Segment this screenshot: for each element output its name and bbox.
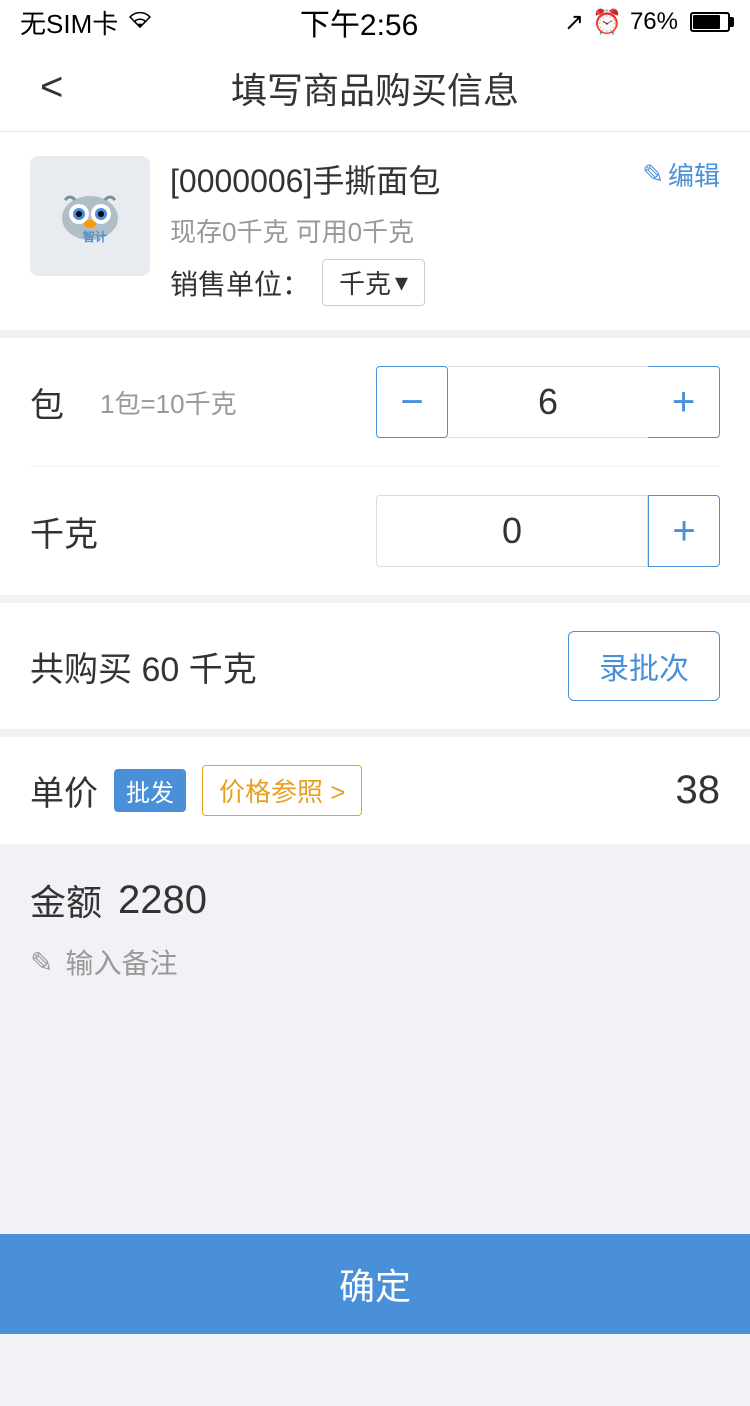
unit-label: 销售单位： — [170, 263, 310, 303]
nav-bar: < 填写商品购买信息 — [0, 44, 750, 132]
amount-row: 金额 2280 — [30, 874, 720, 926]
unit-select[interactable]: 千克 ▾ — [322, 259, 425, 306]
kg-controls: + — [376, 495, 720, 567]
bag-hint: 1包=10千克 — [100, 384, 376, 421]
status-bar: 无SIM卡 下午2:56 ↗ ⏰ 76% — [0, 0, 750, 44]
bag-quantity-input[interactable] — [448, 366, 648, 438]
amount-value: 2280 — [118, 878, 207, 923]
amount-label: 金额 — [30, 874, 102, 926]
status-left: 无SIM卡 — [20, 4, 154, 41]
minus-icon: − — [400, 380, 423, 425]
product-name: [0000006]手撕面包 — [170, 156, 622, 202]
price-section: 单价 批发 价格参照 > 38 — [0, 737, 750, 846]
plus-icon-kg: + — [672, 509, 695, 554]
plus-icon: + — [672, 380, 695, 425]
price-value: 38 — [676, 768, 721, 813]
svg-text:智计: 智计 — [82, 229, 107, 244]
wifi-icon — [126, 7, 154, 38]
remark-placeholder: 输入备注 — [65, 942, 177, 982]
product-unit-row: 销售单位： 千克 ▾ — [170, 259, 622, 306]
summary-section: 共购买 60 千克 录批次 — [0, 595, 750, 737]
bag-section: 包 1包=10千克 − + 千克 + — [0, 338, 750, 595]
kg-quantity-input[interactable] — [376, 495, 648, 567]
product-stock: 现存0千克 可用0千克 — [170, 212, 622, 249]
price-ref-label: 价格参照 > — [219, 772, 345, 809]
status-right: ↗ ⏰ 76% — [564, 8, 730, 37]
bag-label: 包 — [30, 378, 90, 427]
product-thumbnail: 智计 — [30, 156, 150, 276]
bag-minus-button[interactable]: − — [376, 366, 448, 438]
back-button[interactable]: < — [30, 55, 73, 120]
kg-plus-button[interactable]: + — [648, 495, 720, 567]
bag-quantity-row: 包 1包=10千克 − + — [30, 338, 720, 467]
remark-row[interactable]: ✎ 输入备注 — [30, 942, 720, 982]
price-ref-button[interactable]: 价格参照 > — [202, 765, 362, 816]
unit-value: 千克 — [339, 264, 391, 301]
edit-label: 编辑 — [668, 156, 720, 193]
page-title: 填写商品购买信息 — [231, 62, 519, 114]
price-label: 单价 — [30, 766, 98, 815]
summary-text: 共购买 60 千克 — [30, 642, 257, 691]
wholesale-badge: 批发 — [114, 769, 186, 812]
battery-icon — [690, 12, 730, 32]
alarm-icon: ⏰ — [592, 8, 622, 37]
confirm-button[interactable]: 确定 — [0, 1234, 750, 1334]
pencil-icon: ✎ — [30, 946, 53, 979]
edit-icon: ✎ — [642, 159, 664, 190]
batch-button[interactable]: 录批次 — [568, 631, 720, 701]
product-card: 智计 [0000006]手撕面包 现存0千克 可用0千克 销售单位： 千克 ▾ … — [0, 132, 750, 338]
kg-quantity-row: 千克 + — [30, 467, 720, 595]
edit-button[interactable]: ✎ 编辑 — [642, 156, 720, 193]
status-time: 下午2:56 — [300, 0, 418, 44]
amount-section: 金额 2280 ✎ 输入备注 — [0, 846, 750, 1006]
carrier-text: 无SIM卡 — [20, 4, 118, 41]
kg-label: 千克 — [30, 507, 98, 556]
product-info: [0000006]手撕面包 现存0千克 可用0千克 销售单位： 千克 ▾ — [170, 156, 622, 306]
dropdown-icon: ▾ — [395, 267, 408, 298]
battery-text: 76% — [630, 8, 678, 36]
bag-controls: − + — [376, 366, 720, 438]
edit-section: ✎ 编辑 — [642, 156, 720, 193]
location-icon: ↗ — [564, 8, 584, 37]
bag-plus-button[interactable]: + — [648, 366, 720, 438]
